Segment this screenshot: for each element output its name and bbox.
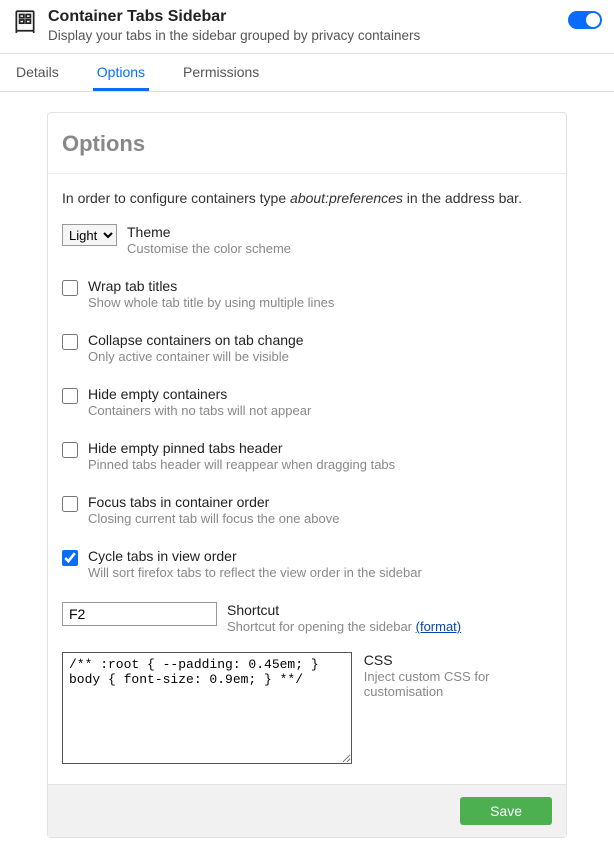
- theme-select[interactable]: Light: [62, 224, 117, 246]
- tab-permissions[interactable]: Permissions: [179, 54, 263, 91]
- css-textarea[interactable]: [62, 652, 352, 764]
- theme-desc: Customise the color scheme: [127, 241, 291, 256]
- option-checkbox-5[interactable]: [62, 550, 78, 566]
- intro-post: in the address bar.: [403, 190, 522, 206]
- shortcut-input[interactable]: [62, 602, 217, 626]
- extension-subtitle: Display your tabs in the sidebar grouped…: [48, 28, 568, 43]
- option-label: Wrap tab titles: [88, 278, 334, 294]
- tab-options[interactable]: Options: [93, 54, 149, 91]
- extension-icon: [12, 8, 38, 34]
- shortcut-desc: Shortcut for opening the sidebar (format…: [227, 619, 461, 634]
- intro-text: In order to configure containers type ab…: [62, 190, 552, 206]
- option-checkbox-1[interactable]: [62, 334, 78, 350]
- option-checkbox-0[interactable]: [62, 280, 78, 296]
- option-checkbox-3[interactable]: [62, 442, 78, 458]
- tab-strip: Details Options Permissions: [0, 53, 614, 92]
- option-row: Cycle tabs in view orderWill sort firefo…: [62, 548, 552, 580]
- option-label: Collapse containers on tab change: [88, 332, 304, 348]
- option-checkbox-4[interactable]: [62, 496, 78, 512]
- panel-footer: Save: [48, 784, 566, 837]
- option-checkbox-2[interactable]: [62, 388, 78, 404]
- extension-header: Container Tabs Sidebar Display your tabs…: [0, 0, 614, 53]
- option-desc: Will sort firefox tabs to reflect the vi…: [88, 565, 422, 580]
- option-desc: Show whole tab title by using multiple l…: [88, 295, 334, 310]
- option-label: Hide empty pinned tabs header: [88, 440, 395, 456]
- extension-enable-toggle[interactable]: [568, 11, 602, 29]
- intro-pre: In order to configure containers type: [62, 190, 290, 206]
- option-row: Collapse containers on tab changeOnly ac…: [62, 332, 552, 364]
- tab-details[interactable]: Details: [12, 54, 63, 91]
- save-button[interactable]: Save: [460, 797, 552, 825]
- option-label: Cycle tabs in view order: [88, 548, 422, 564]
- option-label: Focus tabs in container order: [88, 494, 339, 510]
- option-label: Hide empty containers: [88, 386, 311, 402]
- option-row: Focus tabs in container orderClosing cur…: [62, 494, 552, 526]
- extension-title: Container Tabs Sidebar: [48, 8, 568, 26]
- options-panel: Options In order to configure containers…: [47, 112, 567, 838]
- option-row: Hide empty pinned tabs headerPinned tabs…: [62, 440, 552, 472]
- theme-label: Theme: [127, 224, 291, 240]
- option-row: Wrap tab titlesShow whole tab title by u…: [62, 278, 552, 310]
- panel-title: Options: [48, 113, 566, 174]
- option-desc: Only active container will be visible: [88, 349, 304, 364]
- css-label: CSS: [364, 652, 552, 668]
- css-desc: Inject custom CSS for customisation: [364, 669, 552, 699]
- option-desc: Closing current tab will focus the one a…: [88, 511, 339, 526]
- option-desc: Pinned tabs header will reappear when dr…: [88, 457, 395, 472]
- shortcut-desc-text: Shortcut for opening the sidebar: [227, 619, 416, 634]
- intro-em: about:preferences: [290, 190, 403, 206]
- option-desc: Containers with no tabs will not appear: [88, 403, 311, 418]
- shortcut-format-link[interactable]: (format): [416, 619, 462, 634]
- option-row: Hide empty containersContainers with no …: [62, 386, 552, 418]
- shortcut-label: Shortcut: [227, 602, 461, 618]
